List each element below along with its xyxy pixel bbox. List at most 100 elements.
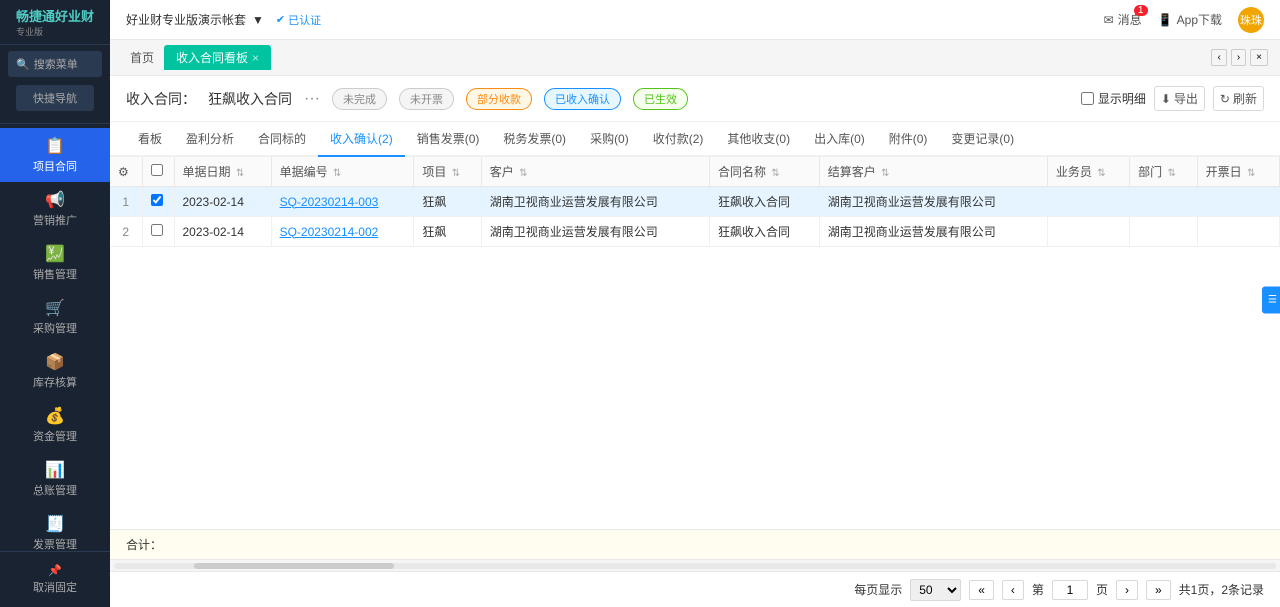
show-detail-checkbox[interactable] [1081, 92, 1094, 105]
sub-tab-subject[interactable]: 合同标的 [246, 122, 318, 157]
row-checkbox[interactable] [151, 194, 163, 206]
row-checkbox-cell [142, 217, 174, 247]
tab-nav-close[interactable]: × [1250, 49, 1268, 66]
tab-nav-next[interactable]: › [1231, 49, 1246, 66]
horizontal-scrollbar[interactable] [110, 559, 1280, 571]
download-icon: 📱 [1158, 13, 1173, 27]
status-incomplete-btn[interactable]: 未完成 [332, 88, 387, 110]
col-bill-no[interactable]: 单据编号 ⇅ [271, 157, 414, 187]
tabbar: 首页 收入合同看板 × ‹ › × [110, 40, 1280, 76]
row-date: 2023-02-14 [174, 217, 271, 247]
bill-no-link[interactable]: SQ-20230214-003 [280, 195, 379, 209]
sub-tab-warehouse[interactable]: 出入库(0) [802, 122, 877, 157]
row-contract-name: 狂飙收入合同 [709, 217, 819, 247]
sidebar-item-inventory[interactable]: 📦 库存核算 [0, 344, 110, 398]
more-button[interactable]: ··· [304, 91, 320, 107]
row-project: 狂飙 [414, 217, 481, 247]
col-project[interactable]: 项目 ⇅ [414, 157, 481, 187]
first-page-button[interactable]: « [969, 580, 994, 600]
search-icon: 🔍 [16, 58, 30, 71]
sidebar-item-project-contract[interactable]: 📋 项目合同 [0, 128, 110, 182]
row-contract-name: 狂飙收入合同 [709, 187, 819, 217]
col-date[interactable]: 单据日期 ⇅ [174, 157, 271, 187]
logo: 畅捷通好业财 专业版 [0, 0, 110, 45]
sidebar-item-label: 销售管理 [33, 266, 77, 282]
sidebar-item-purchase[interactable]: 🛒 采购管理 [0, 290, 110, 344]
quick-nav-label: 快捷导航 [33, 93, 77, 105]
sidebar-item-marketing[interactable]: 📢 营销推广 [0, 182, 110, 236]
col-salesperson[interactable]: 业务员 ⇅ [1047, 157, 1129, 187]
sub-tab-payment[interactable]: 收付款(2) [641, 122, 716, 157]
pagination: 每页显示 50 100 200 « ‹ 第 页 › » 共1页，2条记录 [110, 571, 1280, 607]
company-selector[interactable]: 好业财专业版演示帐套 ▼ [126, 11, 264, 28]
status-confirmed-btn[interactable]: 已收入确认 [544, 88, 621, 110]
row-checkbox[interactable] [151, 224, 163, 236]
tab-close-button[interactable]: × [252, 51, 259, 65]
sidebar-item-label: 项目合同 [33, 158, 77, 174]
search-menu-button[interactable]: 🔍 搜索菜单 [8, 51, 102, 77]
page-number-input[interactable] [1052, 580, 1088, 600]
show-detail-checkbox-label[interactable]: 显示明细 [1081, 90, 1146, 107]
page-label: 第 [1032, 581, 1044, 598]
status-uninvoiced-btn[interactable]: 未开票 [399, 88, 454, 110]
col-settings: ⚙ [110, 157, 142, 187]
user-avatar[interactable]: 珠珠 [1238, 7, 1264, 33]
refresh-button[interactable]: ↻ 刷新 [1213, 86, 1264, 111]
app-download-button[interactable]: 📱 App下载 [1158, 11, 1222, 28]
scrollbar-thumb[interactable] [194, 563, 394, 569]
main-content: 好业财专业版演示帐套 ▼ ✔ 已认证 ✉ 1 消息 📱 App下载 珠珠 [110, 0, 1280, 607]
col-department[interactable]: 部门 ⇅ [1130, 157, 1197, 187]
sub-tab-dashboard[interactable]: 看板 [126, 122, 174, 157]
per-page-select[interactable]: 50 100 200 [910, 579, 961, 601]
total-label: 合计： [126, 536, 162, 553]
float-action-button[interactable]: ☰ [1262, 287, 1280, 314]
sort-icon: ⇅ [519, 168, 527, 179]
export-button[interactable]: ⬇ 导出 [1154, 86, 1205, 111]
sub-tab-other[interactable]: 其他收支(0) [715, 122, 802, 157]
topbar-right: ✉ 1 消息 📱 App下载 珠珠 [1104, 7, 1264, 33]
sort-icon: ⇅ [236, 168, 244, 179]
row-num: 2 [110, 217, 142, 247]
sidebar-item-unpin[interactable]: 📌 取消固定 [0, 556, 110, 603]
select-all-checkbox[interactable] [151, 164, 163, 176]
scrollbar-track [114, 563, 1276, 569]
sidebar-nav: 📋 项目合同 📢 营销推广 💹 销售管理 🛒 采购管理 📦 库存核算 💰 资金管… [0, 128, 110, 551]
sort-icon: ⇅ [452, 168, 460, 179]
sub-tab-sales-invoice[interactable]: 销售发票(0) [405, 122, 492, 157]
sidebar-item-funds[interactable]: 💰 资金管理 [0, 398, 110, 452]
sort-icon: ⇅ [333, 168, 341, 179]
settings-icon[interactable]: ⚙ [118, 165, 129, 179]
tab-income-contract[interactable]: 收入合同看板 × [164, 45, 271, 70]
sidebar-item-invoice[interactable]: 🧾 发票管理 [0, 506, 110, 551]
sub-tab-change-log[interactable]: 变更记录(0) [939, 122, 1026, 157]
sub-tab-tax-invoice[interactable]: 税务发票(0) [491, 122, 578, 157]
contract-title: 狂飙收入合同 [208, 89, 292, 109]
sidebar-item-label: 总账管理 [33, 482, 77, 498]
col-customer[interactable]: 客户 ⇅ [481, 157, 709, 187]
next-page-button[interactable]: › [1116, 580, 1138, 600]
sub-tab-purchase[interactable]: 采购(0) [578, 122, 641, 157]
show-detail-label: 显示明细 [1098, 90, 1146, 107]
message-button[interactable]: ✉ 1 消息 [1104, 11, 1142, 28]
col-invoice-date[interactable]: 开票日 ⇅ [1197, 157, 1279, 187]
sub-tab-profit[interactable]: 盈利分析 [174, 122, 246, 157]
col-settlement-customer[interactable]: 结算客户 ⇅ [819, 157, 1047, 187]
total-info: 共1页，2条记录 [1179, 581, 1264, 598]
status-effective-btn[interactable]: 已生效 [633, 88, 688, 110]
sub-tabs: 看板 盈利分析 合同标的 收入确认(2) 销售发票(0) 税务发票(0) 采购(… [110, 122, 1280, 157]
bill-no-link[interactable]: SQ-20230214-002 [280, 225, 379, 239]
sales-icon: 💹 [45, 244, 65, 264]
quick-nav-button[interactable]: 快捷导航 [16, 85, 94, 111]
last-page-button[interactable]: » [1146, 580, 1171, 600]
message-icon: ✉ [1104, 13, 1114, 27]
sidebar-item-ledger[interactable]: 📊 总账管理 [0, 452, 110, 506]
sidebar-item-sales[interactable]: 💹 销售管理 [0, 236, 110, 290]
status-partial-btn[interactable]: 部分收款 [466, 88, 532, 110]
tab-nav-prev[interactable]: ‹ [1211, 49, 1226, 66]
header-actions: 显示明细 ⬇ 导出 ↻ 刷新 [1081, 86, 1264, 111]
tab-home[interactable]: 首页 [122, 45, 162, 70]
sub-tab-income-confirm[interactable]: 收入确认(2) [318, 122, 405, 157]
prev-page-button[interactable]: ‹ [1002, 580, 1024, 600]
sub-tab-attachment[interactable]: 附件(0) [877, 122, 940, 157]
col-contract-name[interactable]: 合同名称 ⇅ [709, 157, 819, 187]
